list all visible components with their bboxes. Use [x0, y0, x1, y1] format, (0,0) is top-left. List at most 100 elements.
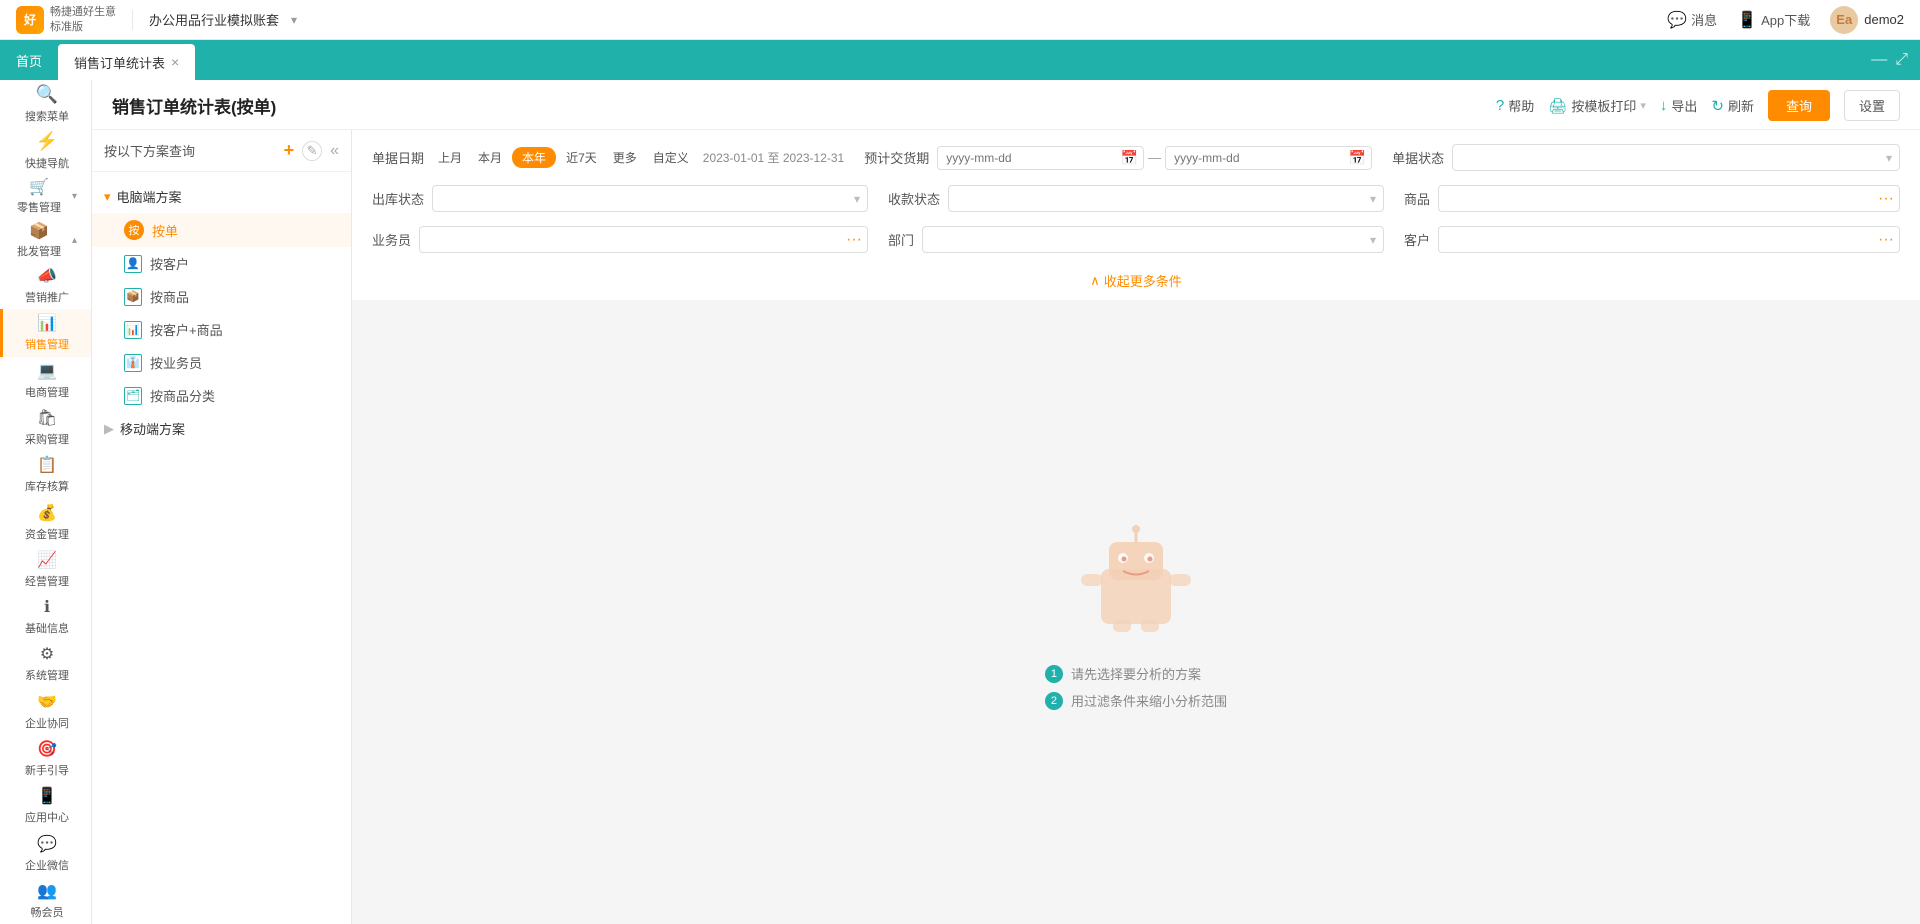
message-action[interactable]: 💬 消息 [1667, 10, 1717, 30]
robot-svg [1071, 514, 1201, 644]
scheme-add-btn[interactable]: + [284, 140, 295, 161]
salesperson-field: 业务员 ··· [372, 226, 868, 253]
date-btn-last-month[interactable]: 上月 [432, 147, 468, 168]
expected-date-from-input[interactable] [937, 146, 1144, 170]
sidebar-label-finance: 资金管理 [25, 526, 69, 542]
sidebar-item-guide[interactable]: 🎯 新手引导 [0, 735, 91, 782]
goods-input-wrap: ··· [1438, 185, 1900, 212]
sidebar-item-search-menu[interactable]: 🔍 搜索菜单 [0, 80, 91, 127]
expected-date-to-input[interactable] [1165, 146, 1372, 170]
sidebar-item-inventory[interactable]: 📋 库存核算 [0, 451, 91, 498]
customer-more-icon[interactable]: ··· [1878, 231, 1894, 249]
tab-sales-order[interactable]: 销售订单统计表 × [58, 44, 195, 80]
salesperson-input[interactable] [419, 226, 868, 253]
settings-btn[interactable]: 设置 [1844, 90, 1900, 121]
mobile-group-arrow-icon: ▶ [104, 421, 114, 437]
divider [132, 10, 133, 30]
filter-row-2: 出库状态 ▾ 收款状态 [372, 185, 1900, 212]
sidebar-item-sales[interactable]: 📊 销售管理 [0, 309, 91, 356]
status-select[interactable] [1452, 144, 1900, 171]
sidebar-label-enterprise: 企业协同 [25, 715, 69, 731]
delivery-status-select[interactable] [432, 185, 868, 212]
tip-text-1: 请先选择要分析的方案 [1071, 664, 1201, 683]
tab-close-icon[interactable]: × [171, 55, 179, 69]
payment-select-wrap: ▾ [948, 185, 1384, 212]
tab-bar-actions: — ⤢ [1871, 51, 1920, 69]
sidebar-item-marketing[interactable]: 📣 营销推广 [0, 262, 91, 309]
scheme-group-pc-header[interactable]: ▾ 电脑端方案 [92, 180, 351, 213]
refresh-btn[interactable]: ↻ 刷新 [1711, 96, 1754, 115]
sidebar-item-finance[interactable]: 💰 资金管理 [0, 498, 91, 545]
print-dropdown-icon: ▾ [1640, 99, 1646, 112]
empty-tip-2: 2 用过滤条件来缩小分析范围 [1045, 691, 1227, 710]
by-cust-prod-icon: 📊 [124, 321, 142, 339]
scheme-item-by-product[interactable]: 📦 按商品 [92, 280, 351, 313]
date-label: 单据日期 [372, 148, 424, 167]
sidebar-item-member[interactable]: 👥 畅会员 [0, 877, 91, 924]
by-order-label: 按单 [152, 221, 178, 240]
sidebar-item-operations[interactable]: 📈 经营管理 [0, 546, 91, 593]
customer-input[interactable] [1438, 226, 1900, 253]
app-download-action[interactable]: 📱 App下载 [1737, 10, 1810, 30]
sidebar-label-apps: 应用中心 [25, 809, 69, 825]
template-print-btn[interactable]: 🖨 按模板打印 ▾ [1548, 96, 1646, 115]
sidebar-item-basic[interactable]: ℹ 基础信息 [0, 593, 91, 640]
scheme-edit-btn[interactable]: ✎ [302, 141, 322, 161]
export-icon: ↓ [1660, 97, 1668, 114]
empty-tip-1: 1 请先选择要分析的方案 [1045, 664, 1227, 683]
top-bar: 好 畅捷通好生意 标准版 办公用品行业模拟账套 ▾ 💬 消息 📱 App下载 E… [0, 0, 1920, 40]
scheme-tree: ▾ 电脑端方案 按 按单 👤 按客户 📦 按 [92, 172, 351, 453]
goods-input[interactable] [1438, 185, 1900, 212]
scheme-item-by-salesperson[interactable]: 👔 按业务员 [92, 346, 351, 379]
scheme-item-by-customer[interactable]: 👤 按客户 [92, 247, 351, 280]
refresh-label: 刷新 [1728, 96, 1754, 115]
payment-status-select[interactable] [948, 185, 1384, 212]
date-btn-this-year[interactable]: 本年 [512, 147, 556, 168]
scheme-collapse-btn[interactable]: « [330, 142, 339, 160]
export-btn[interactable]: ↓ 导出 [1660, 96, 1698, 115]
date-btn-custom[interactable]: 自定义 [647, 147, 695, 168]
basic-icon: ℹ [44, 597, 50, 617]
goods-field: 商品 ··· [1404, 185, 1900, 212]
sidebar-item-system[interactable]: ⚙ 系统管理 [0, 640, 91, 687]
date-btn-7days[interactable]: 近7天 [560, 147, 603, 168]
page-area: 销售订单统计表(按单) ? 帮助 🖨 按模板打印 ▾ ↓ 导出 ↻ 刷新 [92, 80, 1920, 924]
sidebar-item-apps[interactable]: 📱 应用中心 [0, 782, 91, 829]
top-bar-left: 好 畅捷通好生意 标准版 办公用品行业模拟账套 ▾ [16, 5, 297, 34]
collapse-bar[interactable]: ∧ 收起更多条件 [372, 261, 1900, 300]
wechat-icon: 💬 [37, 834, 57, 854]
sidebar-label-search-menu: 搜索菜单 [25, 108, 69, 124]
tab-maximize-btn[interactable]: ⤢ [1895, 51, 1908, 69]
date-range-display: 2023-01-01 至 2023-12-31 [703, 149, 844, 166]
query-btn[interactable]: 查询 [1768, 90, 1830, 121]
scheme-item-by-customer-product[interactable]: 📊 按客户+商品 [92, 313, 351, 346]
scheme-group-mobile-header[interactable]: ▶ 移动端方案 [92, 412, 351, 445]
sidebar-item-wechat[interactable]: 💬 企业微信 [0, 829, 91, 876]
help-btn[interactable]: ? 帮助 [1496, 96, 1534, 115]
expected-date-label: 预计交货期 [864, 148, 929, 167]
payment-status-field: 收款状态 ▾ [888, 185, 1384, 212]
scheme-panel: 按以下方案查询 + ✎ « ▾ 电脑端方案 [92, 130, 352, 924]
dept-select[interactable] [922, 226, 1384, 253]
goods-more-icon[interactable]: ··· [1878, 190, 1894, 208]
sidebar-item-enterprise[interactable]: 🤝 企业协同 [0, 688, 91, 735]
scheme-item-by-product-category[interactable]: 🗂 按商品分类 [92, 379, 351, 412]
tab-minimize-btn[interactable]: — [1871, 51, 1887, 69]
salesperson-more-icon[interactable]: ··· [846, 231, 862, 249]
date-btn-more[interactable]: 更多 [607, 147, 643, 168]
sidebar-label-inventory: 库存核算 [25, 478, 69, 494]
sidebar-label-wechat: 企业微信 [25, 857, 69, 873]
sidebar-item-purchase[interactable]: 🛍 采购管理 [0, 404, 91, 451]
sidebar-item-wholesale[interactable]: 📦 批发管理 ▴ [0, 218, 91, 262]
scheme-item-by-order[interactable]: 按 按单 [92, 213, 351, 247]
sidebar-item-quick-nav[interactable]: ⚡ 快捷导航 [0, 127, 91, 174]
app-dropdown-icon[interactable]: ▾ [291, 13, 297, 27]
sidebar-item-retail[interactable]: 🛒 零售管理 ▾ [0, 175, 91, 219]
date-btn-this-month[interactable]: 本月 [472, 147, 508, 168]
message-label: 消息 [1691, 10, 1717, 29]
user-area[interactable]: Ea demo2 [1830, 6, 1904, 34]
scheme-title: 按以下方案查询 [104, 141, 195, 160]
tab-home[interactable]: 首页 [0, 40, 58, 80]
sidebar-item-ecommerce[interactable]: 💻 电商管理 [0, 357, 91, 404]
goods-label: 商品 [1404, 189, 1430, 208]
